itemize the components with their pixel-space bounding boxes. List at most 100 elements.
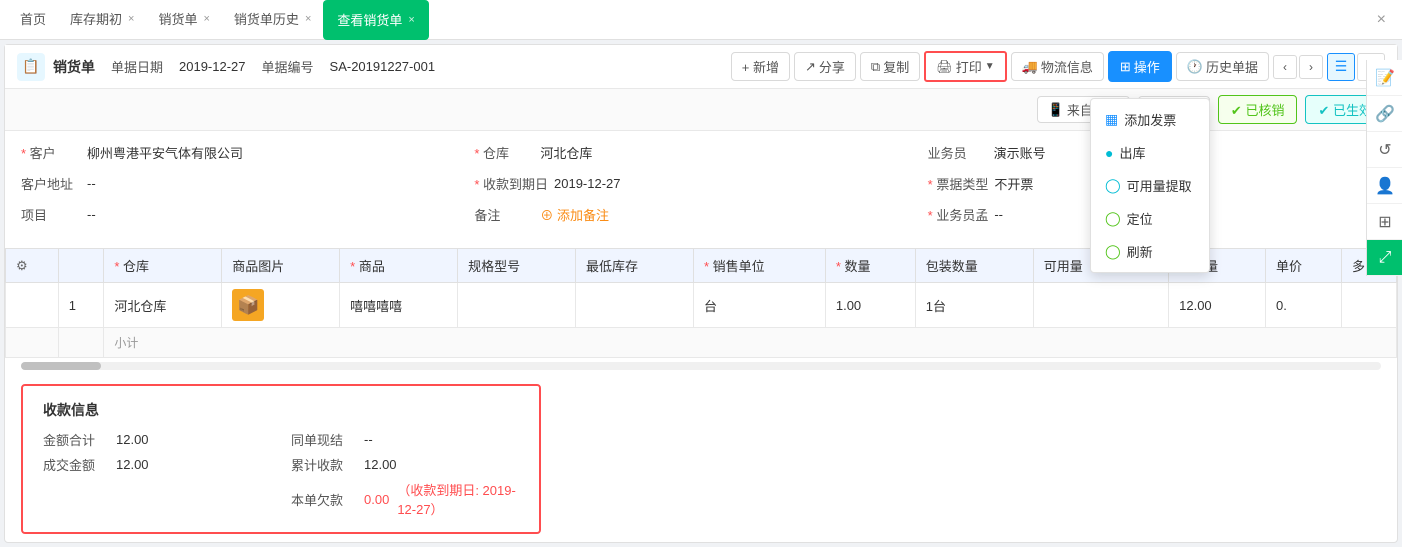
- total-item: 金额合计 12.00: [43, 430, 271, 449]
- add-note-btn[interactable]: ⊕ 添加备注: [540, 205, 609, 224]
- payment-grid: 金额合计 12.00 同单现结 -- 成交金额 12.00 累计收款 12.00…: [43, 430, 519, 518]
- sidebar-icon-5[interactable]: ⊞: [1367, 204, 1402, 240]
- staff-value: 演示账号: [994, 143, 1046, 162]
- table-row: 1 河北仓库 📦 嘻嘻嘻嘻 台 1.00 1台 12.00 0.: [6, 283, 1397, 328]
- project-label: 项目: [21, 205, 81, 224]
- outbound-item[interactable]: ● 出库: [1091, 136, 1209, 169]
- tab-home[interactable]: 首页: [8, 0, 58, 40]
- spec-col-header: 规格型号: [458, 249, 576, 283]
- available-extract-item[interactable]: ◯ 可用量提取: [1091, 169, 1209, 202]
- customer-value: 柳州粤港平安气体有限公司: [87, 143, 243, 162]
- payment-date-value: 2019-12-27: [554, 176, 621, 191]
- close-view-sales-tab[interactable]: ×: [408, 14, 414, 26]
- invoice-icon: ▦: [1105, 111, 1118, 128]
- product-col-header: 商品: [340, 249, 458, 283]
- header-meta: 单据日期 2019-12-27 单据编号 SA-20191227-001: [111, 57, 435, 76]
- ticket-type-label: 票据类型: [928, 174, 989, 193]
- sidebar-icon-2[interactable]: 🔗: [1367, 96, 1402, 132]
- index-col-header: [58, 249, 104, 283]
- price-col-header: 单价: [1266, 249, 1342, 283]
- pack-qty-col-header: 包装数量: [915, 249, 1033, 283]
- print-button[interactable]: 🖨 打印 ▼: [924, 51, 1006, 82]
- row-min-stock: [576, 283, 694, 328]
- logistics-button[interactable]: 🚚 物流信息: [1011, 52, 1104, 81]
- date-value: 2019-12-27: [179, 59, 246, 74]
- circle-icon2: ◯: [1105, 177, 1121, 194]
- warehouse-field: 仓库 河北仓库: [474, 143, 927, 162]
- history-icon: 🕐: [1187, 59, 1203, 75]
- share-button[interactable]: ↗ 分享: [794, 52, 856, 81]
- next-arrow[interactable]: ›: [1299, 55, 1323, 79]
- check-icon2: ✔: [1318, 103, 1329, 118]
- copy-icon: ⧉: [871, 59, 880, 75]
- close-inventory-tab[interactable]: ×: [128, 13, 134, 25]
- refresh-item[interactable]: ◯ 刷新: [1091, 235, 1209, 268]
- staff2-value: --: [994, 207, 1003, 222]
- sidebar-icon-3[interactable]: ↺: [1367, 132, 1402, 168]
- location-icon: ◯: [1105, 210, 1121, 227]
- operation-button[interactable]: ⊞ 操作: [1108, 51, 1172, 82]
- row-image: 📦: [222, 283, 340, 328]
- address-field: 客户地址 --: [21, 174, 474, 193]
- deal-item: 成交金额 12.00: [43, 455, 271, 474]
- warehouse-value: 河北仓库: [540, 143, 592, 162]
- header-bar: 📋 销货单 单据日期 2019-12-27 单据编号 SA-20191227-0…: [5, 45, 1397, 89]
- close-history-tab[interactable]: ×: [305, 13, 311, 25]
- subtotal-row: 小计: [6, 328, 1397, 358]
- new-button[interactable]: + 新增: [731, 52, 790, 81]
- cumulative-item: 累计收款 12.00: [291, 455, 519, 474]
- row-pack-qty: 1台: [915, 283, 1033, 328]
- tab-view-sales[interactable]: 查看销货单 ×: [323, 0, 428, 40]
- settings-col-header[interactable]: ⚙: [6, 249, 59, 283]
- payment-info-box: 收款信息 金额合计 12.00 同单现结 -- 成交金额 12.00 累计收款 …: [21, 384, 541, 534]
- add-invoice-item[interactable]: ▦ 添加发票: [1091, 103, 1209, 136]
- print-icon: 🖨: [936, 59, 953, 75]
- same-order-label: 同单现结: [291, 430, 356, 449]
- header-actions: + 新增 ↗ 分享 ⧉ 复制 🖨 打印 ▼ 🚚 物流信息: [731, 51, 1385, 82]
- grid-icon: ⊞: [1120, 59, 1131, 75]
- cumulative-label: 累计收款: [291, 455, 356, 474]
- sidebar-icon-4[interactable]: 👤: [1367, 168, 1402, 204]
- row-product: 嘻嘻嘻嘻: [340, 283, 458, 328]
- subtotal-label: 小计: [104, 328, 1397, 358]
- copy-button[interactable]: ⧉ 复制: [860, 52, 920, 81]
- prev-arrow[interactable]: ‹: [1273, 55, 1297, 79]
- customer-field: 客户 柳州粤港平安气体有限公司: [21, 143, 474, 162]
- locate-item[interactable]: ◯ 定位: [1091, 202, 1209, 235]
- gear-icon[interactable]: ⚙: [16, 258, 28, 273]
- date-label: 单据日期: [111, 57, 163, 76]
- refresh-icon: ◯: [1105, 243, 1121, 260]
- expand-icon[interactable]: ⤢: [1367, 240, 1402, 276]
- number-value: SA-20191227-001: [330, 59, 436, 74]
- tab-inventory[interactable]: 库存期初 ×: [58, 0, 146, 40]
- scroll-thumb[interactable]: [21, 362, 101, 370]
- number-label: 单据编号: [262, 57, 314, 76]
- total-label: 金额合计: [43, 430, 108, 449]
- staff2-label: 业务员孟: [928, 205, 989, 224]
- payment-date-field: 收款到期日 2019-12-27: [474, 174, 927, 193]
- horizontal-scrollbar[interactable]: [21, 362, 1381, 370]
- row-stock: 12.00: [1169, 283, 1266, 328]
- address-label: 客户地址: [21, 174, 81, 193]
- payment-title: 收款信息: [43, 400, 519, 420]
- min-stock-col-header: 最低库存: [576, 249, 694, 283]
- verified-btn[interactable]: ✔ 已核销: [1218, 95, 1298, 124]
- history-button[interactable]: 🕐 历史单据: [1176, 52, 1269, 81]
- project-value: --: [87, 207, 96, 222]
- same-order-value: --: [364, 432, 373, 447]
- close-all-tabs[interactable]: ×: [1369, 11, 1394, 29]
- share-icon: ↗: [805, 59, 816, 75]
- row-unit: 台: [693, 283, 825, 328]
- sidebar-icon-1[interactable]: 📝: [1367, 60, 1402, 96]
- warehouse-col-header: 仓库: [104, 249, 222, 283]
- tab-sales[interactable]: 销货单 ×: [146, 0, 221, 40]
- doc-icon: 📋: [17, 53, 45, 81]
- circle-icon: ●: [1105, 145, 1113, 161]
- list-view-btn[interactable]: ☰: [1327, 53, 1355, 81]
- close-sales-tab[interactable]: ×: [203, 13, 209, 25]
- tab-history[interactable]: 销货单历史 ×: [222, 0, 323, 40]
- row-more: [1341, 283, 1396, 328]
- row-spec: [458, 283, 576, 328]
- cumulative-value: 12.00: [364, 457, 397, 472]
- row-available: [1033, 283, 1168, 328]
